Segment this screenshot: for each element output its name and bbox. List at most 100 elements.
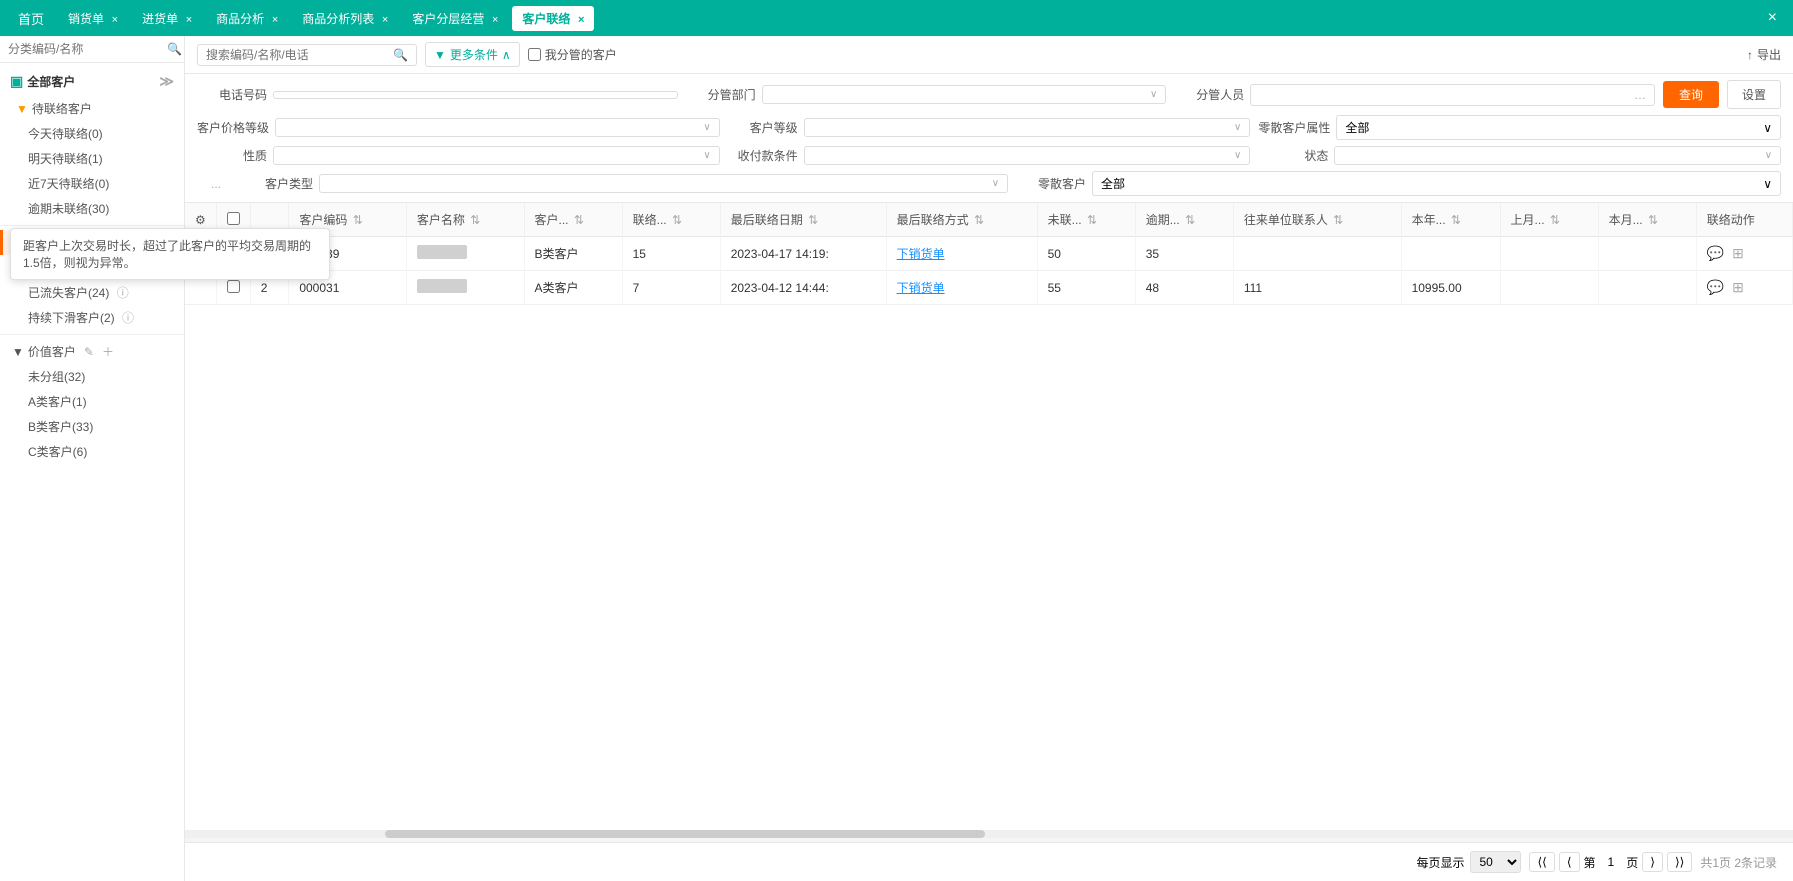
sidebar-body: ▣ 全部客户 ≫ ▼ 待联络客户 今天待联络(0) 明天待联络(1) 近7天待联… [0,63,184,881]
chevron-down-icon: ∨ [1150,89,1157,100]
filter-payment-terms: 收付款条件 ∨ [728,146,1251,165]
horizontal-scrollbar[interactable] [185,830,1793,838]
sidebar-group-pending[interactable]: ▼ 待联络客户 [0,96,184,121]
unread-header[interactable]: 未联... ⇅ [1037,203,1135,237]
sidebar-search-input[interactable] [8,42,163,56]
row-1-chat-icon[interactable]: 💬 [1707,245,1724,262]
sidebar-item-7days[interactable]: 近7天待联络(0) [0,171,184,196]
nav-sales[interactable]: 销货单 × [58,6,128,31]
manager-input[interactable]: … [1250,84,1655,106]
chevron-down-icon-4: ∨ [1763,121,1772,135]
filter-nature: 性质 ∨ [197,146,720,165]
row-2-grid-icon[interactable]: ⊞ [1732,279,1744,296]
customer-type-header[interactable]: 客户... ⇅ [524,203,622,237]
last-contact-date-header[interactable]: 最后联络日期 ⇅ [720,203,886,237]
sort-icon-unit: ⇅ [1333,213,1343,227]
customer-name-header[interactable]: 客户名称 ⇅ [406,203,524,237]
scroll-thumb[interactable] [385,830,985,838]
page-label-2: 页 [1626,854,1638,871]
sidebar-item-overdue[interactable]: 逾期未联络(30) [0,196,184,221]
row-1-method[interactable]: 下销货单 [886,237,1037,271]
customer-level-select[interactable]: ∨ [804,118,1251,137]
sidebar-collapse-icon[interactable]: ≫ [159,73,174,90]
sidebar-item-tomorrow[interactable]: 明天待联络(1) [0,146,184,171]
prev-page-btn[interactable]: ⟨ [1559,852,1580,872]
status-select[interactable]: ∨ [1334,146,1781,165]
row-2-method[interactable]: 下销货单 [886,271,1037,305]
last-page-btn[interactable]: ⟩⟩ [1667,852,1692,872]
window-close-btn[interactable]: × [1760,9,1785,27]
sidebar-search-bar: 🔍 [0,36,184,63]
current-month-header[interactable]: 本月... ⇅ [1598,203,1696,237]
sidebar-search-icon[interactable]: 🔍 [167,42,182,56]
customer-type-select[interactable]: ∨ [319,174,1008,193]
info-icon-2[interactable]: ⓘ [117,286,129,300]
per-page-select[interactable]: 50 20 100 [1470,851,1521,873]
row-1-unread: 50 [1037,237,1135,271]
more-dots-icon[interactable]: ... [205,177,227,191]
sidebar-all-customers[interactable]: ▣ 全部客户 ≫ [0,67,184,96]
pagination-bar: 每页显示 50 20 100 ⟨⟨ ⟨ 第 1 页 ⟩ ⟩⟩ 共1页 2条记录 [185,842,1793,881]
last-month-header[interactable]: 上月... ⇅ [1500,203,1598,237]
sidebar-value-group-title[interactable]: ▼ 价值客户 ✎ ＋ [0,339,184,364]
row-1-grid-icon[interactable]: ⊞ [1732,245,1744,262]
sidebar-item-today[interactable]: 今天待联络(0) [0,121,184,146]
nav-purchase[interactable]: 进货单 × [132,6,202,31]
current-page-input[interactable]: 1 [1600,853,1623,871]
row-2-last-month [1500,271,1598,305]
dept-select[interactable]: ∨ [762,85,1167,104]
current-year-header[interactable]: 本年... ⇅ [1401,203,1500,237]
info-icon-3[interactable]: ⓘ [122,311,134,325]
retail-attr-select[interactable]: 全部 ∨ [1336,115,1781,140]
row-1-name-blur [417,245,467,259]
query-btn[interactable]: 查询 [1663,81,1719,108]
contact-action-header: 联络动作 [1696,203,1792,237]
row-1-contact-count: 15 [622,237,720,271]
payment-select[interactable]: ∨ [804,146,1251,165]
sidebar-item-churned[interactable]: 已流失客户(24) ⓘ [0,280,184,305]
nav-product-list[interactable]: 商品分析列表 × [292,6,398,31]
nav-customer-segment[interactable]: 客户分层经营 × [402,6,508,31]
row-1-actions: 💬 ⊞ [1696,237,1792,271]
next-page-btn[interactable]: ⟩ [1642,852,1663,872]
overdue-header[interactable]: 逾期... ⇅ [1135,203,1233,237]
retail-customer-select[interactable]: 全部 ∨ [1092,171,1781,196]
main-search-icon[interactable]: 🔍 [393,48,408,62]
unit-contacts-header[interactable]: 往来单位联系人 ⇅ [1233,203,1401,237]
sidebar-item-declining[interactable]: 持续下滑客户(2) ⓘ [0,305,184,330]
edit-icon[interactable]: ✎ [84,345,94,359]
export-btn[interactable]: ↑ 导出 [1747,46,1781,63]
add-icon[interactable]: ＋ [102,343,114,360]
chevron-down-icon-2: ∨ [703,122,710,133]
row-1-type: B类客户 [524,237,622,271]
nav-home[interactable]: 首页 [8,5,54,32]
row-2-chat-icon[interactable]: 💬 [1707,279,1724,296]
price-level-select[interactable]: ∨ [275,118,720,137]
row-1-current-year [1401,237,1500,271]
my-customers-checkbox[interactable] [528,48,541,61]
setting-btn[interactable]: 设置 [1727,80,1781,109]
contact-count-header[interactable]: 联络... ⇅ [622,203,720,237]
sidebar-divider-2 [0,334,184,335]
sidebar: 🔍 ▣ 全部客户 ≫ ▼ 待联络客户 今天待联络(0) 明天待联络(1) 近7天… [0,36,185,881]
sidebar-item-ungrouped[interactable]: 未分组(32) [0,364,184,389]
first-page-btn[interactable]: ⟨⟨ [1529,852,1554,872]
sidebar-item-class-c[interactable]: C类客户(6) [0,439,184,464]
more-dots-area: ... [197,177,235,191]
nature-select[interactable]: ∨ [273,146,720,165]
nav-product-analysis[interactable]: 商品分析 × [206,6,288,31]
row-1-unit-contacts [1233,237,1401,271]
last-contact-method-header[interactable]: 最后联络方式 ⇅ [886,203,1037,237]
nav-customer-contact[interactable]: 客户联络 × [512,6,594,31]
main-search-input[interactable] [206,48,389,62]
chevron-icon: ∧ [502,48,511,62]
phone-input[interactable] [273,91,678,99]
row-2-select[interactable] [227,280,240,293]
select-all-checkbox[interactable] [227,212,240,225]
more-icon[interactable]: … [1634,88,1646,102]
sidebar-item-class-a[interactable]: A类客户(1) [0,389,184,414]
more-conditions-btn[interactable]: ▼ 更多条件 ∧ [425,42,520,67]
page-navigation: ⟨⟨ ⟨ 第 1 页 ⟩ ⟩⟩ [1529,852,1692,872]
sidebar-item-class-b[interactable]: B类客户(33) [0,414,184,439]
row-2-current-month [1598,271,1696,305]
